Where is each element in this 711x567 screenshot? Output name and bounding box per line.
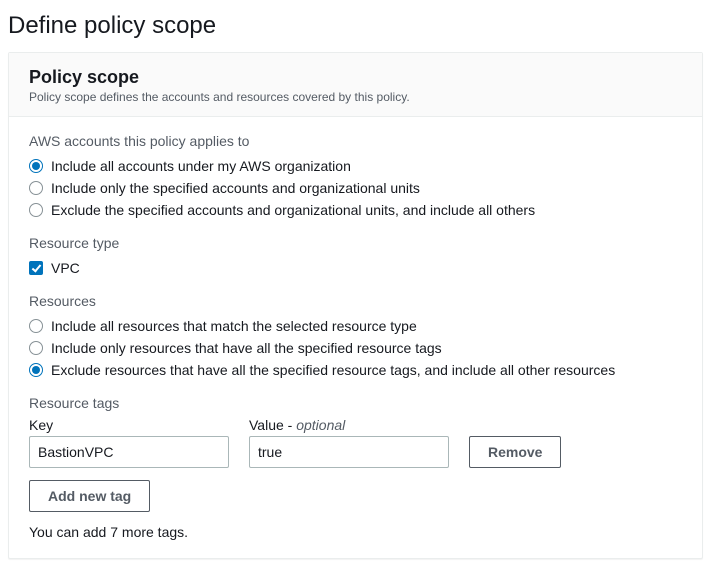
panel-title: Policy scope (29, 67, 682, 88)
tag-remove-column: Remove (469, 436, 561, 468)
accounts-option-label[interactable]: Include all accounts under my AWS organi… (51, 158, 351, 174)
resources-option-row[interactable]: Include only resources that have all the… (29, 337, 682, 359)
accounts-option-row[interactable]: Exclude the specified accounts and organ… (29, 199, 682, 221)
tag-key-column: Key (29, 417, 229, 468)
panel-header: Policy scope Policy scope defines the ac… (9, 53, 702, 117)
tag-value-label: Value - optional (249, 417, 449, 433)
resource-type-vpc-label[interactable]: VPC (51, 260, 80, 276)
remove-tag-button[interactable]: Remove (469, 436, 561, 468)
resources-radio-include-all[interactable] (29, 319, 43, 333)
resource-type-section-label: Resource type (29, 235, 682, 251)
tag-value-input[interactable] (249, 436, 449, 468)
panel-description: Policy scope defines the accounts and re… (29, 90, 682, 104)
resource-tags-section-label: Resource tags (29, 395, 682, 411)
accounts-radio-include-all[interactable] (29, 159, 43, 173)
resources-radio-include-tagged[interactable] (29, 341, 43, 355)
accounts-option-label[interactable]: Exclude the specified accounts and organ… (51, 202, 535, 218)
tag-key-label: Key (29, 417, 229, 433)
policy-scope-panel: Policy scope Policy scope defines the ac… (8, 52, 703, 559)
panel-body: AWS accounts this policy applies to Incl… (9, 117, 702, 558)
tag-value-label-optional: optional (296, 417, 345, 433)
accounts-option-row[interactable]: Include all accounts under my AWS organi… (29, 155, 682, 177)
resources-option-label[interactable]: Exclude resources that have all the spec… (51, 362, 615, 378)
resources-option-row[interactable]: Exclude resources that have all the spec… (29, 359, 682, 381)
tags-remaining-hint: You can add 7 more tags. (29, 524, 682, 540)
add-new-tag-button[interactable]: Add new tag (29, 480, 150, 512)
resources-section-label: Resources (29, 293, 682, 309)
accounts-section-label: AWS accounts this policy applies to (29, 133, 682, 149)
tag-key-input[interactable] (29, 436, 229, 468)
resource-type-row[interactable]: VPC (29, 257, 682, 279)
resources-radio-exclude-tagged[interactable] (29, 363, 43, 377)
tag-row: Key Value - optional Remove (29, 417, 682, 468)
tag-value-column: Value - optional (249, 417, 449, 468)
resources-option-row[interactable]: Include all resources that match the sel… (29, 315, 682, 337)
add-tag-row: Add new tag (29, 480, 682, 512)
page-title: Define policy scope (8, 12, 703, 40)
accounts-radio-include-only[interactable] (29, 181, 43, 195)
resources-option-label[interactable]: Include only resources that have all the… (51, 340, 442, 356)
accounts-option-row[interactable]: Include only the specified accounts and … (29, 177, 682, 199)
accounts-option-label[interactable]: Include only the specified accounts and … (51, 180, 420, 196)
resources-option-label[interactable]: Include all resources that match the sel… (51, 318, 417, 334)
tag-value-label-prefix: Value - (249, 417, 296, 433)
resource-type-vpc-checkbox[interactable] (29, 261, 43, 275)
accounts-radio-exclude[interactable] (29, 203, 43, 217)
